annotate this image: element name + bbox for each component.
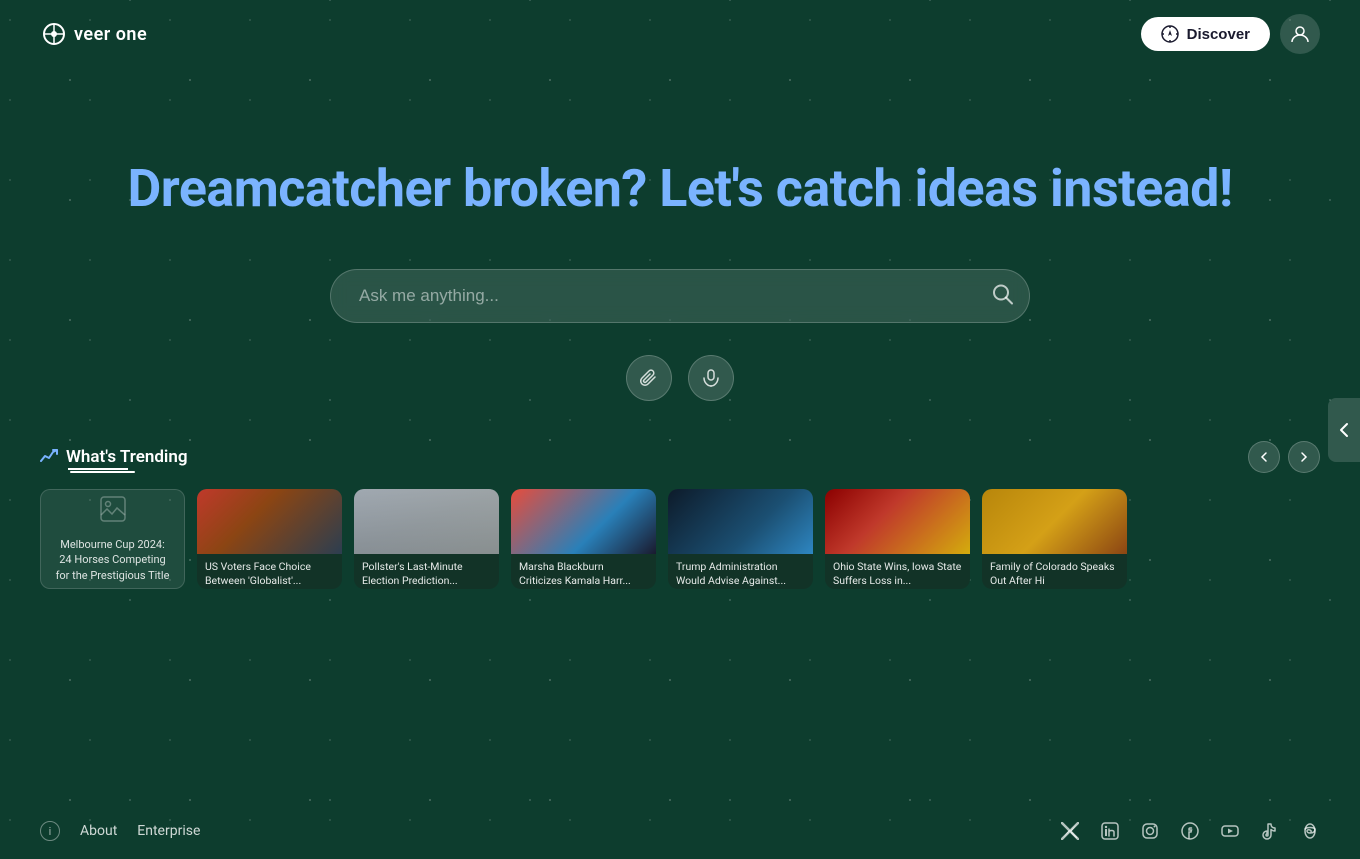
trending-card-6[interactable]: Ohio State Wins, Iowa State Suffers Loss… xyxy=(825,489,970,589)
footer-left: i About Enterprise xyxy=(40,821,200,841)
trending-card-4[interactable]: Marsha Blackburn Criticizes Kamala Harr.… xyxy=(511,489,656,589)
card-4-image xyxy=(511,489,656,554)
card-5-label: Trump Administration Would Advise Agains… xyxy=(668,554,813,589)
card-2-image xyxy=(197,489,342,554)
attach-button[interactable] xyxy=(626,355,672,401)
chevron-left-small-icon xyxy=(1260,451,1268,463)
logo-icon xyxy=(40,20,68,48)
trending-card-3[interactable]: Pollster's Last-Minute Election Predicti… xyxy=(354,489,499,589)
discover-button[interactable]: Discover xyxy=(1141,17,1270,51)
footer: i About Enterprise xyxy=(0,803,1360,859)
chevron-left-icon xyxy=(1339,422,1349,438)
linkedin-icon[interactable] xyxy=(1100,821,1120,841)
carousel-nav xyxy=(1248,441,1320,473)
logo-text: veer one xyxy=(74,24,147,45)
hero-title: Dreamcatcher broken? Let's catch ideas i… xyxy=(127,158,1232,219)
trending-title-row: What's Trending xyxy=(40,447,188,467)
carousel-prev[interactable] xyxy=(1248,441,1280,473)
card-6-label: Ohio State Wins, Iowa State Suffers Loss… xyxy=(825,554,970,589)
instagram-icon[interactable] xyxy=(1140,821,1160,841)
card-7-image xyxy=(982,489,1127,554)
trending-cards: Melbourne Cup 2024: 24 Horses Competing … xyxy=(40,489,1320,589)
card-3-label: Pollster's Last-Minute Election Predicti… xyxy=(354,554,499,589)
info-icon[interactable]: i xyxy=(40,821,60,841)
trending-section: What's Trending xyxy=(40,441,1320,589)
search-container xyxy=(330,269,1030,323)
card-7-label: Family of Colorado Speaks Out After Hi xyxy=(982,554,1127,589)
discover-label: Discover xyxy=(1187,26,1250,43)
microphone-button[interactable] xyxy=(688,355,734,401)
microphone-icon xyxy=(702,369,720,387)
action-buttons xyxy=(626,355,734,401)
chevron-right-small-icon xyxy=(1300,451,1308,463)
enterprise-link[interactable]: Enterprise xyxy=(137,823,200,839)
trending-title-text: What's Trending xyxy=(66,447,188,467)
search-input[interactable] xyxy=(330,269,1030,323)
twitter-x-icon[interactable] xyxy=(1060,821,1080,841)
nav-right: Discover xyxy=(1141,14,1320,54)
search-icon xyxy=(992,284,1014,306)
navbar: veer one Discover xyxy=(0,0,1360,68)
tiktok-icon[interactable] xyxy=(1260,821,1280,841)
card-4-label: Marsha Blackburn Criticizes Kamala Harr.… xyxy=(511,554,656,589)
trending-card-1[interactable]: Melbourne Cup 2024: 24 Horses Competing … xyxy=(40,489,185,589)
carousel-next[interactable] xyxy=(1288,441,1320,473)
trending-card-7[interactable]: Family of Colorado Speaks Out After Hi xyxy=(982,489,1127,589)
paperclip-icon xyxy=(640,369,658,387)
facebook-icon[interactable] xyxy=(1180,821,1200,841)
collapse-button[interactable] xyxy=(1328,398,1360,462)
about-link[interactable]: About xyxy=(80,823,117,839)
card-2-label: US Voters Face Choice Between 'Globalist… xyxy=(197,554,342,589)
account-button[interactable] xyxy=(1280,14,1320,54)
trending-icon xyxy=(40,448,58,466)
hero-section: Dreamcatcher broken? Let's catch ideas i… xyxy=(0,68,1360,401)
card-6-image xyxy=(825,489,970,554)
card-3-image xyxy=(354,489,499,554)
compass-icon xyxy=(1161,25,1179,43)
trending-header: What's Trending xyxy=(40,441,1320,473)
trending-card-5[interactable]: Trump Administration Would Advise Agains… xyxy=(668,489,813,589)
logo: veer one xyxy=(40,20,147,48)
card-5-image xyxy=(668,489,813,554)
card-1-text: Melbourne Cup 2024: 24 Horses Competing … xyxy=(53,537,172,583)
search-button[interactable] xyxy=(992,284,1014,309)
trending-underline xyxy=(70,471,135,473)
trending-card-2[interactable]: US Voters Face Choice Between 'Globalist… xyxy=(197,489,342,589)
threads-icon[interactable] xyxy=(1300,821,1320,841)
youtube-icon[interactable] xyxy=(1220,821,1240,841)
account-icon xyxy=(1290,24,1310,44)
social-links xyxy=(1060,821,1320,841)
image-placeholder-icon xyxy=(99,495,127,529)
